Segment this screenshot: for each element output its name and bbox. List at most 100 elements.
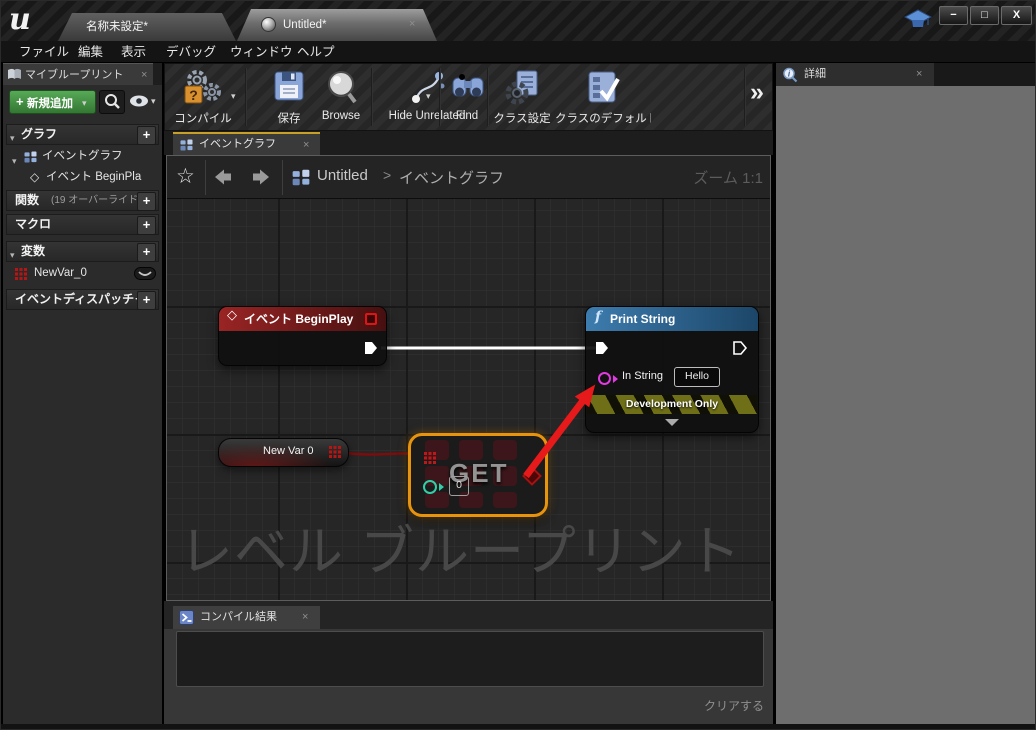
visibility-filter-button[interactable]: ▾ xyxy=(129,90,161,114)
section-event-dispatcher[interactable]: イベントディスパッチャ + xyxy=(6,289,159,310)
details-info-icon: i xyxy=(783,67,798,83)
find-button[interactable]: Find xyxy=(447,67,487,127)
class-defaults-button[interactable]: クラスのデフォルト xyxy=(555,67,651,127)
add-variable-button[interactable]: + xyxy=(137,243,156,262)
compile-icon: ? xyxy=(184,70,221,104)
section-variables-label: 変数 xyxy=(21,244,46,258)
menu-file[interactable]: ファイル xyxy=(19,44,69,61)
menu-debug[interactable]: デバッグ xyxy=(166,44,216,61)
title-bar: u 名称未設定* Untitled* × − □ X xyxy=(1,1,1035,41)
book-icon xyxy=(8,68,21,79)
minimize-button[interactable]: − xyxy=(939,6,968,25)
compile-dropdown-icon[interactable]: ▾ xyxy=(231,91,236,102)
mortarboard-icon[interactable] xyxy=(904,9,932,33)
my-blueprint-tabbar: マイブループリント × xyxy=(3,63,162,85)
section-macro[interactable]: マクロ + xyxy=(6,214,159,235)
plus-icon: + xyxy=(142,244,151,259)
save-label: 保存 xyxy=(277,113,301,125)
graph-canvas[interactable]: レベル ブループリント ◇ イベント BeginPlay f Print Str… xyxy=(167,199,770,600)
close-tab-icon[interactable]: × xyxy=(302,611,308,623)
tab-details-label: 詳細 xyxy=(804,68,826,80)
add-graph-button[interactable]: + xyxy=(137,126,156,145)
title-tab-unsaved[interactable]: 名称未設定* xyxy=(58,13,236,41)
close-tab-icon[interactable]: × xyxy=(141,69,147,81)
menu-bar: ファイル 編集 表示 デバッグ ウィンドウ ヘルプ xyxy=(1,41,1035,63)
clear-log-button[interactable]: クリアする xyxy=(704,697,764,714)
toolbar-overflow-chevron[interactable]: » xyxy=(750,78,772,112)
close-tab-icon[interactable]: × xyxy=(303,139,309,151)
console-icon xyxy=(179,610,194,625)
breadcrumb-root[interactable]: Untitled xyxy=(317,167,368,184)
menu-window[interactable]: ウィンドウ xyxy=(230,44,293,61)
compile-results-panel: コンパイル結果 × クリアする xyxy=(164,601,773,724)
event-graph-icon xyxy=(24,151,37,163)
favorite-star-icon[interactable]: ☆ xyxy=(176,164,195,189)
tab-event-graph-label: イベントグラフ xyxy=(199,138,276,150)
compile-results-tabbar: コンパイル結果 × xyxy=(164,601,773,629)
closed-eye-icon xyxy=(138,271,152,276)
event-beginplay-label: イベント BeginPla xyxy=(46,171,142,183)
asset-sphere-icon xyxy=(261,17,276,32)
variable-visibility-toggle[interactable] xyxy=(134,267,156,280)
title-tab-untitled-label: Untitled* xyxy=(283,19,327,31)
collapse-icon: ▾ xyxy=(10,133,15,143)
save-button[interactable]: 保存 xyxy=(267,67,311,127)
breadcrumb-current[interactable]: イベントグラフ xyxy=(399,167,504,188)
toolbar-separator xyxy=(245,68,247,126)
back-arrow-icon[interactable] xyxy=(213,168,233,186)
collapse-icon: ▾ xyxy=(10,250,15,260)
class-settings-button[interactable]: クラス設定 xyxy=(493,67,551,127)
close-tab-icon[interactable]: × xyxy=(409,18,415,30)
browse-label: Browse xyxy=(321,110,361,122)
maximize-button[interactable]: □ xyxy=(970,6,999,25)
close-button[interactable]: X xyxy=(1001,6,1032,25)
sidebar-item-newvar[interactable]: NewVar_0 xyxy=(6,264,159,284)
sidebar-item-event-beginplay[interactable]: ◇ イベント BeginPla xyxy=(6,168,159,187)
tab-my-blueprint[interactable]: マイブループリント × xyxy=(3,63,153,85)
divider xyxy=(205,160,206,195)
menu-edit[interactable]: 編集 xyxy=(78,44,103,61)
unreal-editor-window: u 名称未設定* Untitled* × − □ X ファイル 編集 表示 デバ… xyxy=(0,0,1036,730)
dropdown-icon: ▾ xyxy=(151,96,156,106)
plus-icon: + xyxy=(142,127,151,142)
forward-arrow-icon[interactable] xyxy=(251,168,271,186)
compile-button[interactable]: ? コンパイル xyxy=(173,67,233,127)
newvar-label: NewVar_0 xyxy=(34,267,87,279)
section-functions[interactable]: 関数 (19 オーバーライド + xyxy=(6,190,159,211)
sidebar-item-event-graph[interactable]: ▾ イベントグラフ xyxy=(6,147,159,167)
class-settings-icon xyxy=(505,70,538,105)
maximize-icon: □ xyxy=(981,9,988,21)
section-dispatcher-label: イベントディスパッチャ xyxy=(15,292,139,306)
tab-details[interactable]: i 詳細 × xyxy=(776,63,934,86)
close-tab-icon[interactable]: × xyxy=(916,68,922,80)
add-dispatcher-button[interactable]: + xyxy=(137,291,156,310)
new-add-label: 新規追加 xyxy=(27,98,73,110)
find-label: Find xyxy=(455,110,479,122)
hide-unrelated-dropdown-icon[interactable]: ▾ xyxy=(426,91,431,102)
tab-event-graph[interactable]: イベントグラフ × xyxy=(173,132,320,155)
title-tab-untitled[interactable]: Untitled* × xyxy=(237,9,437,41)
my-blueprint-panel: マイブループリント × + 新規追加 ▾ ▾ ▾ グラフ + ▾ イベントグラフ… xyxy=(3,63,162,724)
graph-editor: ☆ Untitled > イベントグラフ ズーム 1:1 レベル ブループリント xyxy=(166,155,771,601)
add-function-button[interactable]: + xyxy=(137,192,156,211)
window-bottom-edge xyxy=(1,724,1035,729)
new-add-button[interactable]: + 新規追加 ▾ xyxy=(9,90,96,114)
browse-button[interactable]: Browse xyxy=(315,67,367,127)
menu-help[interactable]: ヘルプ xyxy=(297,44,335,61)
section-graph[interactable]: ▾ グラフ + xyxy=(6,124,159,145)
plus-icon: + xyxy=(142,217,151,232)
search-icon xyxy=(105,94,120,109)
toolbar-separator xyxy=(744,68,746,126)
details-body xyxy=(776,86,1035,724)
sidebar-search-button[interactable] xyxy=(99,90,125,114)
add-macro-button[interactable]: + xyxy=(137,216,156,235)
menu-view[interactable]: 表示 xyxy=(121,44,146,61)
section-functions-label: 関数 xyxy=(15,193,40,207)
class-settings-label: クラス設定 xyxy=(493,113,551,125)
compile-log[interactable] xyxy=(176,631,764,687)
title-tab-unsaved-label: 名称未設定* xyxy=(86,21,148,33)
tab-compile-results[interactable]: コンパイル結果 × xyxy=(173,606,320,629)
toolbar-separator xyxy=(439,68,441,126)
event-diamond-icon: ◇ xyxy=(30,170,40,184)
section-variables[interactable]: ▾ 変数 + xyxy=(6,241,159,262)
